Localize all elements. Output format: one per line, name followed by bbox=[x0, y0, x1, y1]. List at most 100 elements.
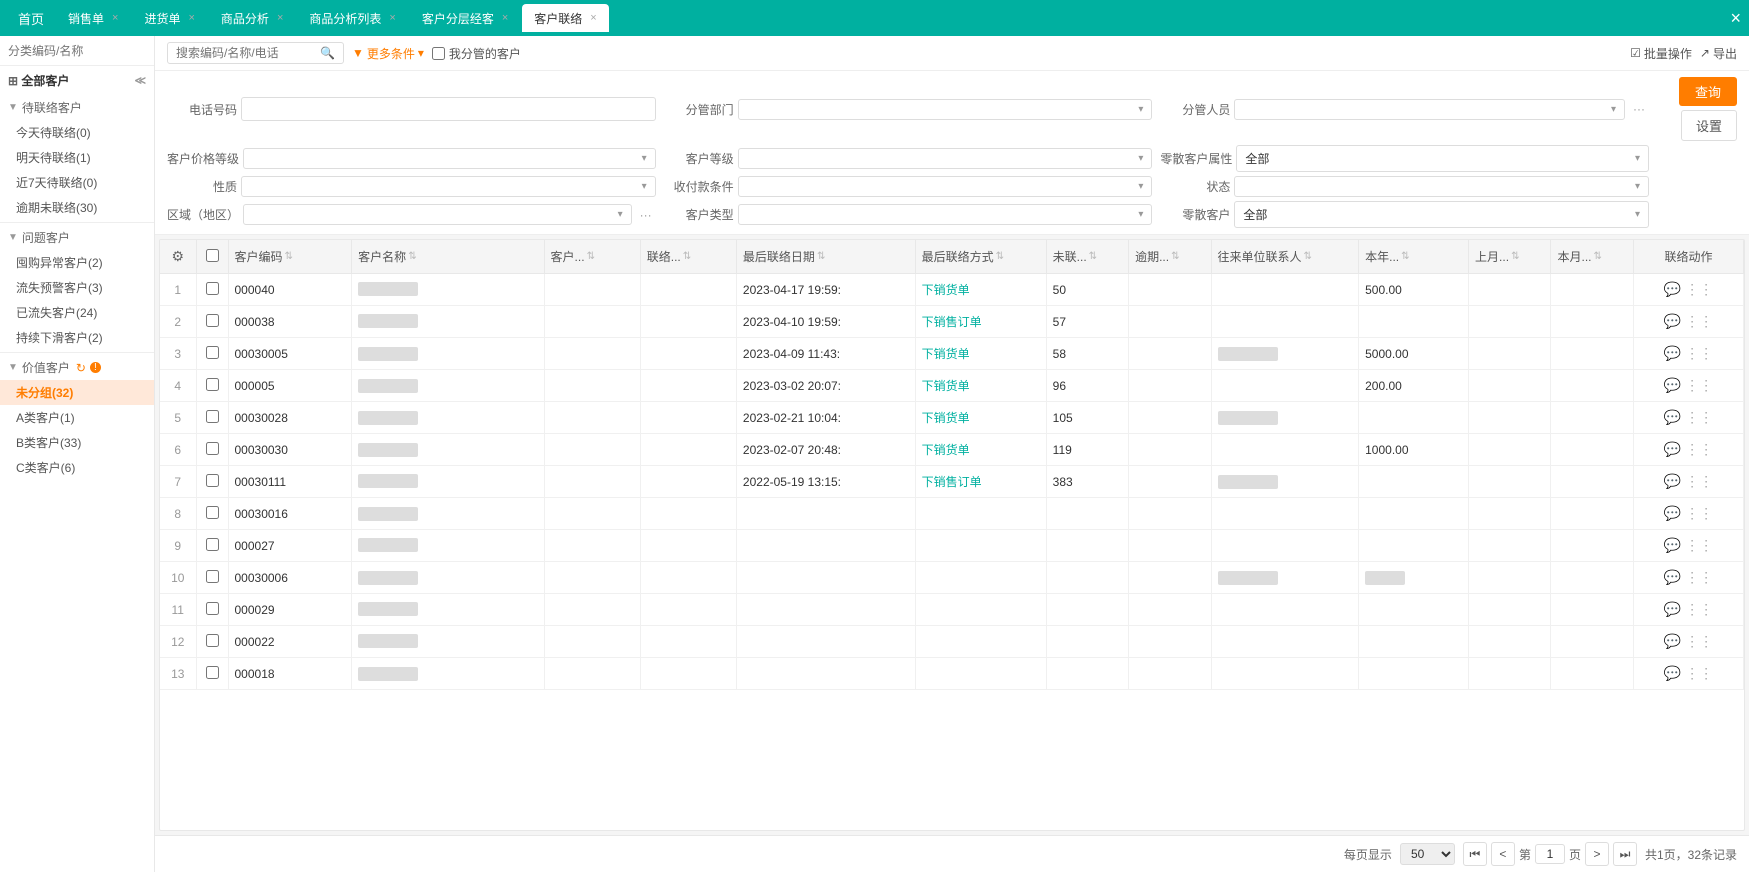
row-checkbox[interactable] bbox=[206, 314, 219, 327]
sidebar-group-problem-title[interactable]: ▼ 问题客户 bbox=[0, 225, 154, 250]
contact-action-icon[interactable]: 💬 bbox=[1664, 537, 1681, 554]
batch-ops-button[interactable]: ☑ 批量操作 bbox=[1630, 45, 1692, 62]
more-action-icon[interactable]: ⋮⋮ bbox=[1685, 441, 1713, 458]
filter-phone-input[interactable] bbox=[241, 97, 656, 121]
filter-region-select[interactable]: ▾ bbox=[243, 204, 632, 225]
th-contact[interactable]: 联络... bbox=[640, 240, 736, 274]
close-tab-customer-contact[interactable]: × bbox=[590, 12, 596, 24]
th-lastway[interactable]: 最后联络方式 bbox=[915, 240, 1046, 274]
sidebar-item-today-pending[interactable]: 今天待联络(0) bbox=[0, 120, 154, 145]
th-thismonth-sort[interactable]: 本月... bbox=[1557, 248, 1626, 265]
contact-action-icon[interactable]: 💬 bbox=[1664, 505, 1681, 522]
sidebar-item-7day-pending[interactable]: 近7天待联络(0) bbox=[0, 170, 154, 195]
tab-product-analysis-list[interactable]: 商品分析列表 × bbox=[297, 4, 407, 32]
sidebar-item-ungrouped[interactable]: 未分组(32) bbox=[0, 380, 154, 405]
last-page-button[interactable]: ⏭ bbox=[1613, 842, 1637, 866]
last-way-link[interactable]: 下销货单 bbox=[922, 379, 970, 393]
row-checkbox[interactable] bbox=[206, 666, 219, 679]
filter-search-icon[interactable]: 🔍 bbox=[320, 46, 335, 60]
more-action-icon[interactable]: ⋮⋮ bbox=[1685, 345, 1713, 362]
sidebar-item-overdue-pending[interactable]: 逾期未联络(30) bbox=[0, 195, 154, 220]
person-more-icon[interactable]: ··· bbox=[1629, 98, 1649, 120]
tab-product-analysis[interactable]: 商品分析 × bbox=[209, 4, 295, 32]
th-lastdate[interactable]: 最后联络日期 bbox=[736, 240, 915, 274]
reset-button[interactable]: 设置 bbox=[1681, 110, 1737, 141]
filter-nature-select[interactable]: ▾ bbox=[241, 176, 656, 197]
th-lastdate-sort[interactable]: 最后联络日期 bbox=[743, 248, 909, 265]
sidebar-group-pending-title[interactable]: ▼ 待联络客户 bbox=[0, 95, 154, 120]
tab-customer-segment[interactable]: 客户分层经客 × bbox=[410, 4, 520, 32]
row-checkbox[interactable] bbox=[206, 506, 219, 519]
sidebar-item-churned[interactable]: 已流失客户(24) bbox=[0, 300, 154, 325]
sidebar-item-churn-warning[interactable]: 流失预警客户(3) bbox=[0, 275, 154, 300]
region-more-icon[interactable]: ··· bbox=[636, 204, 656, 226]
tab-customer-contact[interactable]: 客户联络 × bbox=[522, 4, 608, 32]
last-way-link[interactable]: 下销售订单 bbox=[922, 475, 982, 489]
more-action-icon[interactable]: ⋮⋮ bbox=[1685, 281, 1713, 298]
row-checkbox[interactable] bbox=[206, 282, 219, 295]
last-way-link[interactable]: 下销货单 bbox=[922, 443, 970, 457]
my-customers-check[interactable] bbox=[432, 47, 445, 60]
filter-price-level-select[interactable]: ▾ bbox=[243, 148, 656, 169]
filter-more-conditions[interactable]: ▼ 更多条件 ▾ bbox=[352, 45, 424, 62]
export-button[interactable]: ↗ 导出 bbox=[1700, 45, 1737, 62]
filter-status-select[interactable]: ▾ bbox=[1234, 176, 1649, 197]
select-all-checkbox[interactable] bbox=[206, 249, 219, 262]
filter-retail-customer-select[interactable]: 全部 ▾ bbox=[1234, 201, 1649, 228]
sidebar-collapse-icon[interactable]: ≪ bbox=[134, 74, 146, 87]
page-size-select[interactable]: 50 20 100 bbox=[1400, 843, 1455, 865]
contact-action-icon[interactable]: 💬 bbox=[1664, 601, 1681, 618]
row-checkbox[interactable] bbox=[206, 442, 219, 455]
sidebar-group-value-title[interactable]: ▼ 价值客户 ↻ ! bbox=[0, 355, 154, 380]
th-overdue[interactable]: 逾期... bbox=[1129, 240, 1211, 274]
filter-person-select[interactable]: ▾ bbox=[1234, 99, 1625, 120]
more-action-icon[interactable]: ⋮⋮ bbox=[1685, 409, 1713, 426]
row-checkbox[interactable] bbox=[206, 570, 219, 583]
row-checkbox[interactable] bbox=[206, 634, 219, 647]
more-action-icon[interactable]: ⋮⋮ bbox=[1685, 665, 1713, 682]
th-uncontact-sort[interactable]: 未联... bbox=[1053, 248, 1122, 265]
tab-sales-order[interactable]: 销售单 × bbox=[56, 4, 130, 32]
more-action-icon[interactable]: ⋮⋮ bbox=[1685, 601, 1713, 618]
filter-customer-type-select[interactable]: ▾ bbox=[738, 204, 1153, 225]
more-action-icon[interactable]: ⋮⋮ bbox=[1685, 377, 1713, 394]
last-way-link[interactable]: 下销货单 bbox=[922, 283, 970, 297]
query-button[interactable]: 查询 bbox=[1679, 77, 1737, 106]
contact-action-icon[interactable]: 💬 bbox=[1664, 441, 1681, 458]
th-type[interactable]: 客户... bbox=[544, 240, 640, 274]
th-name-sort[interactable]: 客户名称 bbox=[358, 248, 537, 265]
close-tab-product-analysis[interactable]: × bbox=[277, 12, 283, 24]
close-tab-purchase-order[interactable]: × bbox=[188, 12, 194, 24]
home-tab[interactable]: 首页 bbox=[8, 9, 54, 28]
my-customers-checkbox[interactable]: 我分管的客户 bbox=[432, 45, 521, 62]
contact-action-icon[interactable]: 💬 bbox=[1664, 409, 1681, 426]
last-way-link[interactable]: 下销货单 bbox=[922, 347, 970, 361]
row-checkbox[interactable] bbox=[206, 538, 219, 551]
contact-action-icon[interactable]: 💬 bbox=[1664, 345, 1681, 362]
close-tab-customer-segment[interactable]: × bbox=[502, 12, 508, 24]
th-lastway-sort[interactable]: 最后联络方式 bbox=[922, 248, 1040, 265]
tab-purchase-order[interactable]: 进货单 × bbox=[132, 4, 206, 32]
sidebar-item-class-c[interactable]: C类客户(6) bbox=[0, 455, 154, 480]
contact-action-icon[interactable]: 💬 bbox=[1664, 377, 1681, 394]
filter-payment-select[interactable]: ▾ bbox=[738, 176, 1153, 197]
sidebar-item-tomorrow-pending[interactable]: 明天待联络(1) bbox=[0, 145, 154, 170]
next-page-button[interactable]: > bbox=[1585, 842, 1609, 866]
last-way-link[interactable]: 下销售订单 bbox=[922, 315, 982, 329]
row-checkbox[interactable] bbox=[206, 474, 219, 487]
more-action-icon[interactable]: ⋮⋮ bbox=[1685, 633, 1713, 650]
th-type-sort[interactable]: 客户... bbox=[551, 248, 634, 265]
th-thisyear[interactable]: 本年... bbox=[1359, 240, 1469, 274]
page-number-input[interactable] bbox=[1535, 844, 1565, 864]
filter-customer-level-select[interactable]: ▾ bbox=[738, 148, 1153, 169]
more-action-icon[interactable]: ⋮⋮ bbox=[1685, 505, 1713, 522]
sidebar-item-class-a[interactable]: A类客户(1) bbox=[0, 405, 154, 430]
more-action-icon[interactable]: ⋮⋮ bbox=[1685, 537, 1713, 554]
contact-action-icon[interactable]: 💬 bbox=[1664, 633, 1681, 650]
close-tab-sales-order[interactable]: × bbox=[112, 12, 118, 24]
last-way-link[interactable]: 下销货单 bbox=[922, 411, 970, 425]
all-customers-title[interactable]: ⊞ 全部客户 ≪ bbox=[0, 66, 154, 95]
table-settings-icon[interactable]: ⚙ bbox=[171, 248, 184, 264]
contact-action-icon[interactable]: 💬 bbox=[1664, 313, 1681, 330]
close-all-tabs[interactable]: × bbox=[1730, 8, 1741, 29]
